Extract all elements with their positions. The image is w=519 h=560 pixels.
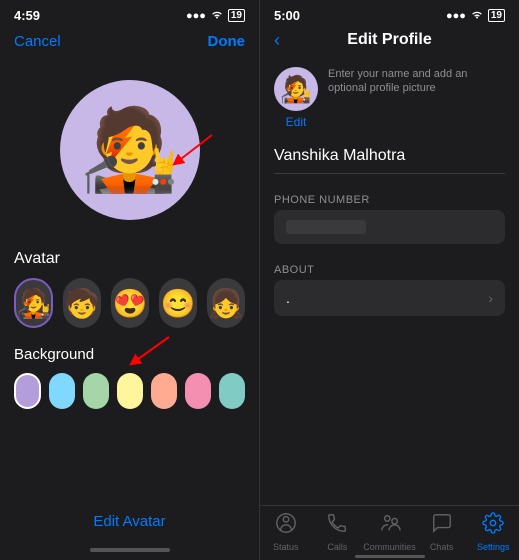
home-indicator-left <box>90 548 170 552</box>
about-value: . <box>286 290 290 306</box>
about-arrow-icon: › <box>488 290 493 306</box>
bg-color-teal[interactable] <box>219 373 245 409</box>
cancel-button[interactable]: Cancel <box>14 33 61 50</box>
left-panel: 4:59 ●●● 19 Cancel Done 🧑‍🎤 <box>0 0 259 560</box>
avatar-option-1[interactable]: 🧑‍🎤 <box>14 278 53 328</box>
status-bar-right: 5:00 ●●● 19 <box>260 0 519 27</box>
background-colors <box>0 373 259 409</box>
nav-label-calls: Calls <box>327 542 347 552</box>
about-label: ABOUT <box>260 254 519 280</box>
nav-label-communities: Communities <box>363 542 416 552</box>
avatar-label: Avatar <box>0 250 259 278</box>
profile-info: Enter your name and add an optional prof… <box>328 67 505 96</box>
top-bar-left: Cancel Done <box>0 27 259 60</box>
about-field[interactable]: . › <box>274 280 505 316</box>
right-panel: 5:00 ●●● 19 ‹ Edit Profile 🧑‍🎤 Edit Ente… <box>260 0 519 560</box>
bottom-nav: Status Calls Communities <box>260 505 519 560</box>
chats-icon <box>431 512 453 540</box>
time-right: 5:00 <box>274 8 300 23</box>
battery-icon-right: 19 <box>488 9 505 22</box>
edit-avatar-button[interactable]: Edit Avatar <box>93 513 165 530</box>
nav-item-calls[interactable]: Calls <box>312 512 364 552</box>
phone-number-field[interactable] <box>274 210 505 244</box>
status-icons-right: ●●● 19 <box>446 8 505 23</box>
nav-label-status: Status <box>273 542 299 552</box>
top-bar-right: ‹ Edit Profile <box>260 27 519 59</box>
profile-avatar-small[interactable]: 🧑‍🎤 <box>274 67 318 111</box>
back-button[interactable]: ‹ <box>274 30 280 51</box>
bg-color-blue[interactable] <box>49 373 75 409</box>
phone-number-label: PHONE NUMBER <box>260 184 519 210</box>
profile-hint: Enter your name and add an optional prof… <box>328 67 505 96</box>
profile-section: 🧑‍🎤 Edit Enter your name and add an opti… <box>260 59 519 143</box>
bg-color-pink[interactable] <box>185 373 211 409</box>
nav-label-chats: Chats <box>430 542 454 552</box>
nav-label-settings: Settings <box>477 542 510 552</box>
name-value[interactable]: Vanshika Malhotra <box>274 147 505 174</box>
settings-icon <box>482 512 504 540</box>
wifi-icon <box>210 8 224 23</box>
edit-photo-link[interactable]: Edit <box>286 115 307 129</box>
bg-color-green[interactable] <box>83 373 109 409</box>
time-left: 4:59 <box>14 8 40 23</box>
battery-icon: 19 <box>228 9 245 22</box>
bg-color-yellow[interactable] <box>117 373 143 409</box>
bg-color-purple[interactable] <box>14 373 41 409</box>
avatar-option-2[interactable]: 🧒 <box>63 278 101 328</box>
avatar-option-3[interactable]: 😍 <box>111 278 149 328</box>
page-title: Edit Profile <box>347 31 431 49</box>
status-icon <box>275 512 297 540</box>
nav-item-settings[interactable]: Settings <box>467 512 519 552</box>
background-section: Background <box>0 342 259 373</box>
nav-item-status[interactable]: Status <box>260 512 312 552</box>
avatar-option-4[interactable]: 😊 <box>159 278 197 328</box>
avatar-display: 🧑‍🎤 <box>0 60 259 250</box>
home-indicator-right <box>355 555 425 558</box>
signal-icon: ●●● <box>186 10 206 22</box>
nav-item-communities[interactable]: Communities <box>363 512 416 552</box>
status-bar-left: 4:59 ●●● 19 <box>0 0 259 27</box>
bg-color-orange[interactable] <box>151 373 177 409</box>
communities-icon <box>379 512 401 540</box>
arrow-overlay <box>167 130 217 170</box>
nav-item-chats[interactable]: Chats <box>416 512 468 552</box>
avatar-option-5[interactable]: 👧 <box>207 278 245 328</box>
status-icons-left: ●●● 19 <box>186 8 245 23</box>
done-button[interactable]: Done <box>208 33 246 50</box>
bg-arrow-overlay <box>119 332 179 372</box>
phone-number-value <box>286 220 366 234</box>
wifi-icon-right <box>470 8 484 23</box>
avatar-emoji: 🧑‍🎤 <box>80 110 180 190</box>
calls-icon <box>326 512 348 540</box>
signal-icon-right: ●●● <box>446 10 466 22</box>
name-section: Vanshika Malhotra <box>260 143 519 184</box>
